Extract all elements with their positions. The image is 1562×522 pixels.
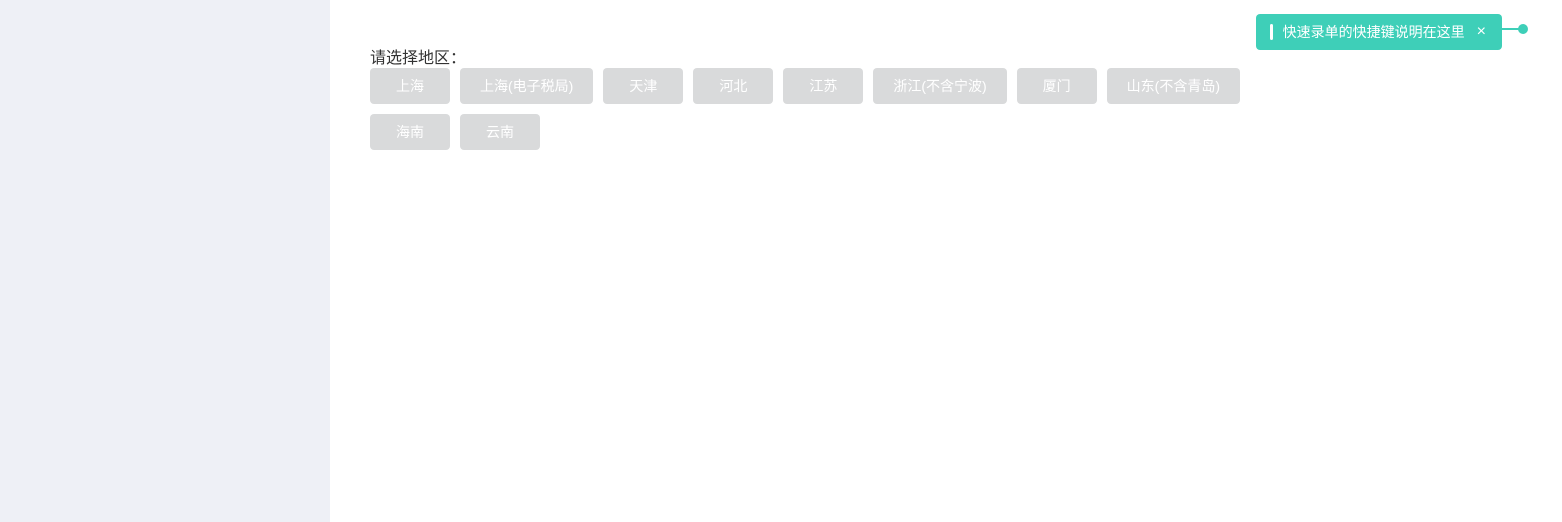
section-title: 请选择地区： (370, 44, 466, 68)
tooltip-bar (1270, 24, 1273, 40)
tooltip-connector-dot (1518, 24, 1528, 34)
region-button-shandong[interactable]: 山东(不含青岛) (1107, 68, 1240, 104)
left-sidebar (0, 0, 330, 522)
region-button-jiangsu[interactable]: 江苏 (783, 68, 863, 104)
region-buttons-container: 上海上海(电子税局) 天津河北江苏浙江(不含宁波) 厦门山东(不含青岛) 海南云南 (370, 68, 1270, 150)
region-button-shanghai[interactable]: 上海 (370, 68, 450, 104)
tooltip-text: 快速录单的快捷键说明在这里 (1283, 22, 1465, 42)
region-button-hainan[interactable]: 海南 (370, 114, 450, 150)
region-button-yunnan[interactable]: 云南 (460, 114, 540, 150)
region-button-xiamen[interactable]: 厦门 (1017, 68, 1097, 104)
region-button-tianjin[interactable]: 天津 (603, 68, 683, 104)
region-button-hebei[interactable]: 河北 (693, 68, 773, 104)
region-button-zhejiang[interactable]: 浙江(不含宁波) (873, 68, 1006, 104)
main-content: 请选择地区： 上海上海(电子税局) 天津河北江苏浙江(不含宁波) 厦门山东(不含青岛… (330, 0, 1562, 522)
region-button-shanghai-e[interactable]: 上海(电子税局) (460, 68, 593, 104)
tooltip-close-button[interactable]: × (1475, 24, 1488, 40)
tooltip-connector-line (1501, 28, 1519, 30)
tooltip-banner: 快速录单的快捷键说明在这里 × (1256, 14, 1502, 50)
